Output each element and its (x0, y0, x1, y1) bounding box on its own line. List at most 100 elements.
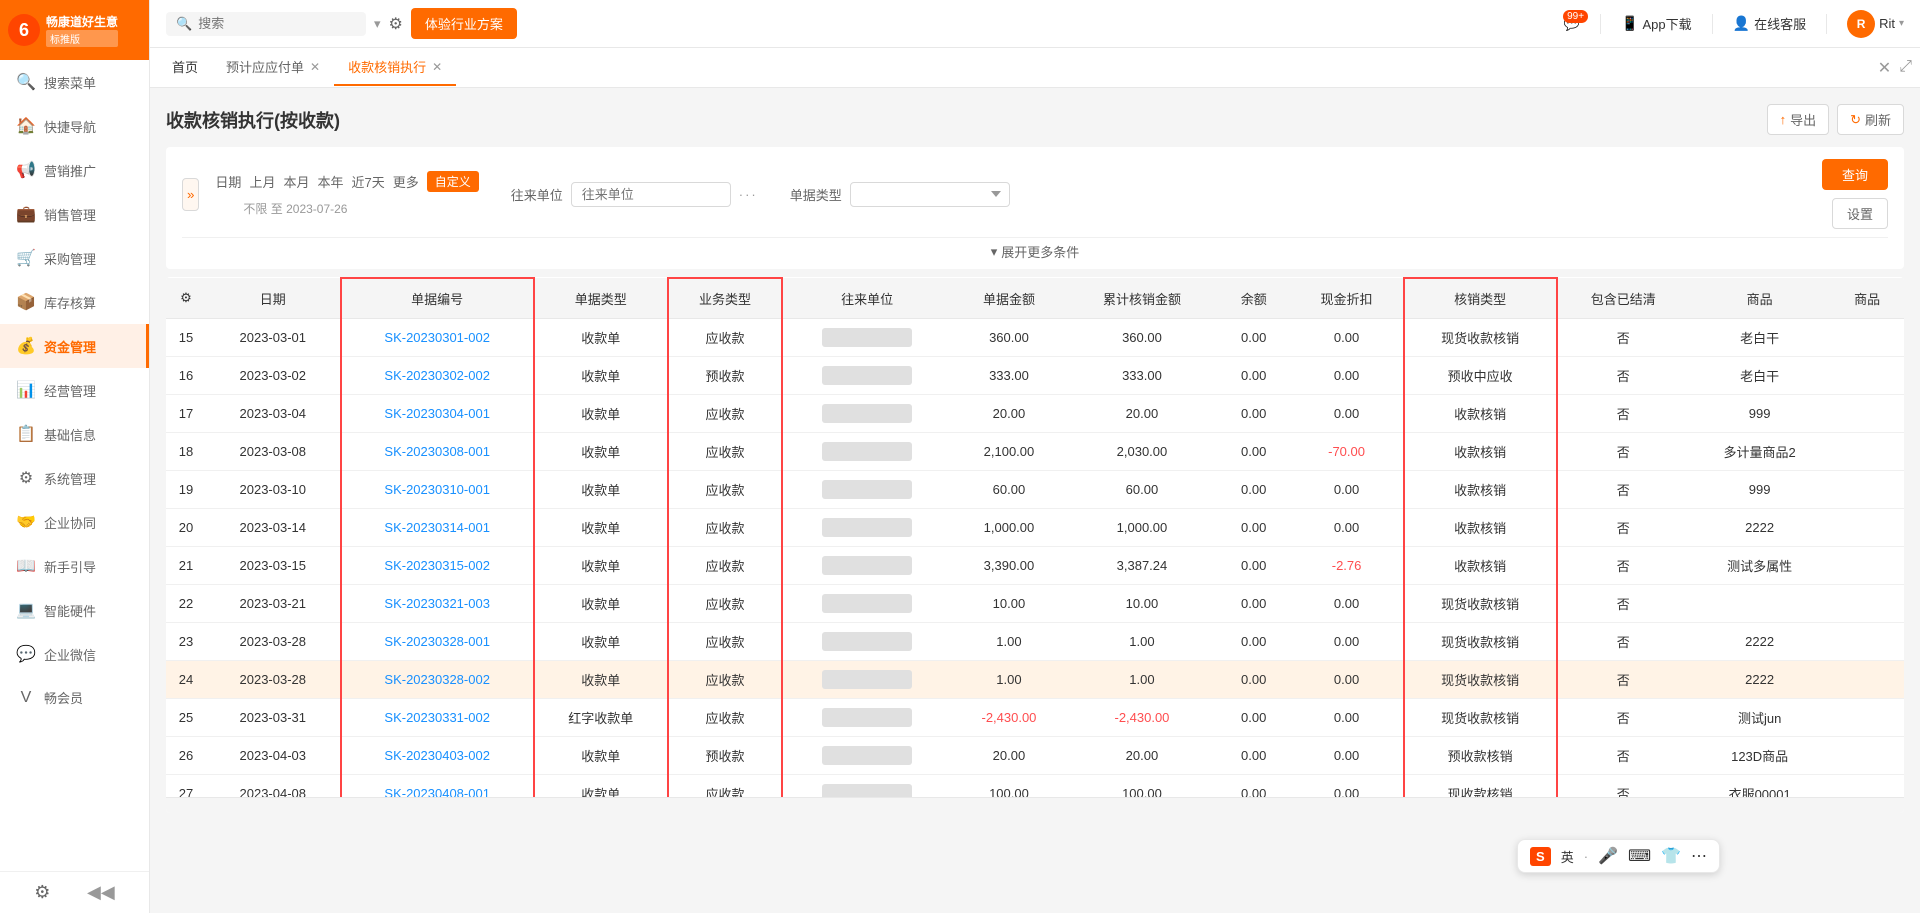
filter-collapse-button[interactable]: » (182, 178, 199, 211)
bill-no-link[interactable]: SK-20230315-002 (384, 558, 490, 573)
sidebar-item-system[interactable]: ⚙ 系统管理 (0, 456, 149, 500)
bill-no-link[interactable]: SK-20230321-003 (384, 596, 490, 611)
topbar-gear-icon[interactable]: ⚙ (389, 14, 403, 34)
sidebar-item-enterprise[interactable]: 🤝 企业协同 (0, 500, 149, 544)
topbar-search-box: 🔍 (166, 12, 366, 36)
cell-product: 测试jun (1689, 699, 1830, 737)
cell-include-settled: 否 (1557, 585, 1689, 623)
date-custom-button[interactable]: 自定义 (427, 171, 479, 192)
ime-shirt-icon[interactable]: 👕 (1661, 846, 1681, 866)
app-download-area[interactable]: 📱 App下载 (1621, 14, 1692, 33)
col-date-header: 日期 (206, 278, 341, 319)
app-logo-text: 畅康道好生意 标推版 (46, 13, 118, 47)
bill-no-link[interactable]: SK-20230302-002 (384, 368, 490, 383)
ime-lang-label[interactable]: 英 (1561, 847, 1574, 866)
cell-biz-type: 应收款 (668, 547, 783, 585)
sidebar-collapse-icon[interactable]: ◀◀ (87, 882, 115, 903)
sidebar-item-purchase[interactable]: 🛒 采购管理 (0, 236, 149, 280)
cell-bill-no: SK-20230315-002 (341, 547, 534, 585)
bill-no-link[interactable]: SK-20230408-001 (384, 786, 490, 797)
bill-no-link[interactable]: SK-20230304-001 (384, 406, 490, 421)
sidebar-item-search[interactable]: 🔍 搜索菜单 (0, 60, 149, 104)
collection-tab-close-icon[interactable]: ✕ (432, 60, 442, 74)
tab-collection[interactable]: 收款核销执行 ✕ (334, 49, 456, 86)
topbar-dropdown-icon[interactable]: ▾ (374, 16, 381, 32)
cell-total-cancel: 3,387.24 (1067, 547, 1217, 585)
cell-no: 18 (166, 433, 206, 471)
bill-type-select[interactable] (850, 182, 1010, 207)
ime-keyboard-icon[interactable]: ⌨ (1628, 846, 1651, 866)
bill-no-link[interactable]: SK-20230328-001 (384, 634, 490, 649)
sidebar-item-member[interactable]: V 畅会员 (0, 676, 149, 719)
cell-product: 衣服00001 (1689, 775, 1830, 798)
tab-pending[interactable]: 预计应应付单 ✕ (212, 49, 334, 86)
filter-row-1: » 日期 上月 本月 本年 近7天 更多 自定义 不限 至 2023-07-26 (182, 159, 1888, 229)
sidebar-item-quick-nav[interactable]: 🏠 快捷导航 (0, 104, 149, 148)
sidebar-item-basic[interactable]: 📋 基础信息 (0, 412, 149, 456)
partner-filter-dots[interactable]: ··· (739, 187, 758, 202)
topbar-search-input[interactable] (198, 16, 348, 31)
cell-include-settled: 否 (1557, 661, 1689, 699)
date-option-more[interactable]: 更多 (393, 172, 419, 191)
col-cash-discount-header: 现金折扣 (1290, 278, 1403, 319)
sidebar-item-inventory[interactable]: 📦 库存核算 (0, 280, 149, 324)
tab-expand-icon[interactable]: ⤢ (1899, 58, 1912, 78)
sidebar-item-marketing[interactable]: 📢 营销推广 (0, 148, 149, 192)
solution-button[interactable]: 体验行业方案 (411, 8, 517, 39)
query-button[interactable]: 查询 (1822, 159, 1888, 190)
cell-product: 老白干 (1689, 319, 1830, 357)
refresh-button[interactable]: ↻ 刷新 (1837, 104, 1904, 135)
online-service-area[interactable]: 👤 在线客服 (1733, 14, 1806, 33)
cell-total-cancel: 10.00 (1067, 585, 1217, 623)
cell-cash-discount: 0.00 (1290, 737, 1403, 775)
bill-no-link[interactable]: SK-20230310-001 (384, 482, 490, 497)
partner-filter-input[interactable] (571, 182, 731, 207)
cell-bill-amount: 333.00 (951, 357, 1067, 395)
col-include-settled-header: 包含已结清 (1557, 278, 1689, 319)
cell-product: 2222 (1689, 509, 1830, 547)
bill-no-link[interactable]: SK-20230301-002 (384, 330, 490, 345)
bill-no-link[interactable]: SK-20230331-002 (384, 710, 490, 725)
cell-partner: ████████ (782, 509, 951, 547)
date-option-this-month[interactable]: 本月 (283, 172, 309, 191)
user-area[interactable]: R Rit ▾ (1847, 10, 1904, 38)
sidebar-item-wechat[interactable]: 💬 企业微信 (0, 632, 149, 676)
date-option-7days[interactable]: 近7天 (351, 172, 384, 191)
cell-product2 (1830, 395, 1904, 433)
app-logo-icon: 6 (8, 14, 40, 46)
messages-area[interactable]: 💬 99+ (1564, 16, 1580, 32)
table-row: 27 2023-04-08 SK-20230408-001 收款单 应收款 ██… (166, 775, 1904, 798)
bill-no-link[interactable]: SK-20230403-002 (384, 748, 490, 763)
refresh-icon: ↻ (1850, 112, 1861, 128)
bill-no-link[interactable]: SK-20230328-002 (384, 672, 490, 687)
tab-close-all-icon[interactable]: ✕ (1878, 58, 1891, 78)
date-option-last-month[interactable]: 上月 (249, 172, 275, 191)
col-gear-header[interactable]: ⚙ (166, 278, 206, 319)
cell-partner: ████████ (782, 699, 951, 737)
table-scroll-area[interactable]: ⚙ 日期 单据编号 单据类型 业务类型 往来单位 单据金额 累计核销金额 余额 … (166, 277, 1904, 797)
ime-voice-icon[interactable]: 🎤 (1598, 846, 1618, 866)
sidebar-settings-icon[interactable]: ⚙ (34, 882, 50, 903)
horizontal-scrollbar[interactable] (166, 797, 1904, 813)
pending-tab-close-icon[interactable]: ✕ (310, 60, 320, 74)
bill-no-link[interactable]: SK-20230308-001 (384, 444, 490, 459)
sidebar-item-hardware[interactable]: 💻 智能硬件 (0, 588, 149, 632)
cell-cancel-type: 现货收款核销 (1404, 585, 1557, 623)
cell-no: 17 (166, 395, 206, 433)
date-option-this-year[interactable]: 本年 (317, 172, 343, 191)
col-partner-header: 往来单位 (782, 278, 951, 319)
sidebar-item-guide[interactable]: 📖 新手引导 (0, 544, 149, 588)
cell-biz-type: 应收款 (668, 585, 783, 623)
sidebar-item-finance[interactable]: 💰 资金管理 (0, 324, 149, 368)
expand-more-button[interactable]: ▾ 展开更多条件 (991, 242, 1080, 261)
cell-bill-type: 收款单 (534, 547, 668, 585)
sidebar-item-sales[interactable]: 💼 销售管理 (0, 192, 149, 236)
ime-more-icon[interactable]: ⋯ (1691, 846, 1707, 866)
export-button[interactable]: ↑ 导出 (1767, 104, 1830, 135)
cell-cash-discount: 0.00 (1290, 471, 1403, 509)
bill-no-link[interactable]: SK-20230314-001 (384, 520, 490, 535)
sidebar-item-operations[interactable]: 📊 经营管理 (0, 368, 149, 412)
tab-home[interactable]: 首页 (158, 49, 212, 86)
settings-button[interactable]: 设置 (1832, 198, 1888, 229)
cell-bill-type: 收款单 (534, 433, 668, 471)
